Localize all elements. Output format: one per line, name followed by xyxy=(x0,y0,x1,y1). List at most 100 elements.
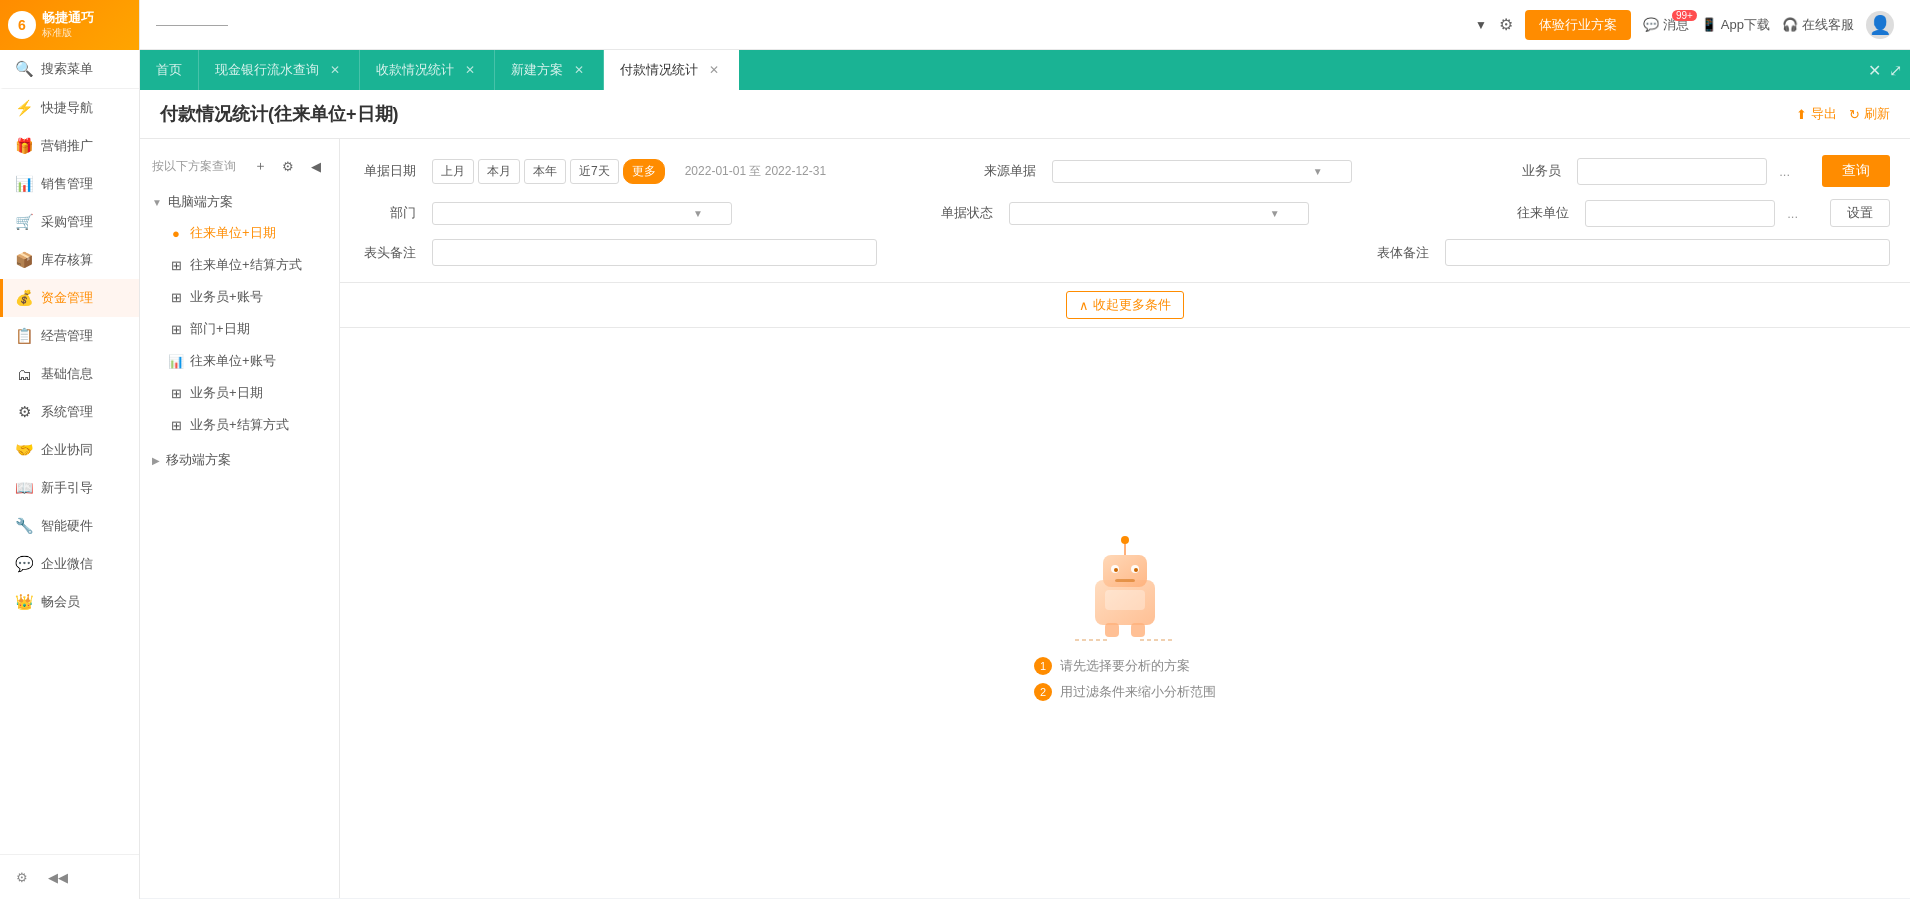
query-btn[interactable]: 查询 xyxy=(1822,155,1890,187)
hardware-icon: 🔧 xyxy=(15,517,33,535)
scheme-dept-date[interactable]: ⊞ 部门+日期 xyxy=(140,313,339,345)
search-icon: 🔍 xyxy=(15,60,33,78)
sidebar-item-system[interactable]: ⚙ 系统管理 xyxy=(0,393,139,431)
sidebar-item-member[interactable]: 👑 畅会员 xyxy=(0,583,139,621)
scheme-active-icon: ● xyxy=(168,225,184,241)
tab-payment-close[interactable]: ✕ xyxy=(706,62,722,78)
staff-dots[interactable]: ... xyxy=(1771,160,1798,183)
head-note-input[interactable] xyxy=(432,239,877,266)
tab-close-window-btn[interactable]: ✕ xyxy=(1868,61,1881,80)
purchase-icon: 🛒 xyxy=(15,213,33,231)
date-btn-this-month[interactable]: 本月 xyxy=(478,159,520,184)
date-btn-7days[interactable]: 近7天 xyxy=(570,159,619,184)
scheme-collapse-btn[interactable]: ◀ xyxy=(305,155,327,177)
sidebar-item-fund[interactable]: 💰 资金管理 xyxy=(0,279,139,317)
add-scheme-btn[interactable]: ＋ xyxy=(249,155,271,177)
tab-new[interactable]: 新建方案 ✕ xyxy=(495,50,604,90)
tab-new-close[interactable]: ✕ xyxy=(571,62,587,78)
page-content: 付款情况统计(往来单位+日期) ⬆ 导出 ↻ 刷新 按以下方案查询 ＋ xyxy=(140,90,1910,899)
scheme-unit-account[interactable]: 📊 往来单位+账号 xyxy=(140,345,339,377)
sidebar-header: 6 畅捷通巧 标准版 xyxy=(0,0,139,50)
tab-bank[interactable]: 现金银行流水查询 ✕ xyxy=(199,50,360,90)
tab-home[interactable]: 首页 xyxy=(140,50,199,90)
empty-hint-1: 1 请先选择要分析的方案 xyxy=(1034,657,1216,675)
collapse-more-btn[interactable]: ∧ 收起更多条件 xyxy=(1066,291,1184,319)
scheme-staff-settle[interactable]: ⊞ 业务员+结算方式 xyxy=(140,409,339,441)
sidebar-item-operation[interactable]: 📋 经营管理 xyxy=(0,317,139,355)
source-label: 来源单据 xyxy=(980,162,1036,180)
date-btn-this-year[interactable]: 本年 xyxy=(524,159,566,184)
sidebar-item-enterprise[interactable]: 🤝 企业协同 xyxy=(0,431,139,469)
date-btn-last-month[interactable]: 上月 xyxy=(432,159,474,184)
main-area: ―――――― ▼ ⚙ 体验行业方案 💬 消息 99+ 📱 App下载 🎧 在线客… xyxy=(140,0,1910,899)
right-panel: 单据日期 上月 本月 本年 近7天 更多 2022-01-01 至 2022-1… xyxy=(340,139,1910,898)
sidebar-item-stock[interactable]: 📦 库存核算 xyxy=(0,241,139,279)
tab-maximize-btn[interactable]: ⤢ xyxy=(1889,61,1902,80)
scheme-staff-date[interactable]: ⊞ 业务员+日期 xyxy=(140,377,339,409)
sidebar-item-wechat[interactable]: 💬 企业微信 xyxy=(0,545,139,583)
head-note-label: 表头备注 xyxy=(360,244,416,262)
empty-hints: 1 请先选择要分析的方案 2 用过滤条件来缩小分析范围 xyxy=(1034,657,1216,701)
dept-chevron-icon: ▼ xyxy=(693,208,703,219)
body-note-label: 表体备注 xyxy=(1373,244,1429,262)
breadcrumb-text: ―――――― xyxy=(156,18,228,32)
tab-payment[interactable]: 付款情况统计 ✕ xyxy=(604,50,739,90)
tab-receipt[interactable]: 收款情况统计 ✕ xyxy=(360,50,495,90)
user-avatar[interactable]: 👤 xyxy=(1866,11,1894,39)
export-btn[interactable]: ⬆ 导出 xyxy=(1796,105,1837,123)
sidebar-item-guide[interactable]: 📖 新手引导 xyxy=(0,469,139,507)
sidebar-item-hardware[interactable]: 🔧 智能硬件 xyxy=(0,507,139,545)
sidebar-item-basic[interactable]: 🗂 基础信息 xyxy=(0,355,139,393)
tab-receipt-close[interactable]: ✕ xyxy=(462,62,478,78)
app-download-btn[interactable]: 📱 App下载 xyxy=(1701,16,1770,34)
staff-label: 业务员 xyxy=(1505,162,1561,180)
refresh-btn[interactable]: ↻ 刷新 xyxy=(1849,105,1890,123)
system-icon: ⚙ xyxy=(15,403,33,421)
svg-rect-9 xyxy=(1105,590,1145,610)
collapse-icon: ∧ xyxy=(1079,298,1089,313)
tab-bank-close[interactable]: ✕ xyxy=(327,62,343,78)
sidebar-item-shortcut[interactable]: ⚡ 快捷导航 xyxy=(0,89,139,127)
phone-icon: 📱 xyxy=(1701,17,1717,32)
mobile-group-header[interactable]: ▶ 移动端方案 xyxy=(140,445,339,475)
status-select[interactable]: ▼ xyxy=(1009,202,1309,225)
stock-icon: 📦 xyxy=(15,251,33,269)
date-btn-more[interactable]: 更多 xyxy=(623,159,665,184)
sidebar-collapse-btn[interactable]: ◀◀ xyxy=(44,863,72,891)
sidebar-item-marketing[interactable]: 🎁 营销推广 xyxy=(0,127,139,165)
scheme-unit-settle[interactable]: ⊞ 往来单位+结算方式 xyxy=(140,249,339,281)
expand-chevron-icon: ▼ xyxy=(152,197,162,208)
logo-icon: 6 xyxy=(8,11,36,39)
scheme-staff-account[interactable]: ⊞ 业务员+账号 xyxy=(140,281,339,313)
sidebar-item-sales[interactable]: 📊 销售管理 xyxy=(0,165,139,203)
sidebar-settings-btn[interactable]: ⚙ xyxy=(8,863,36,891)
partner-input[interactable] xyxy=(1585,200,1775,227)
breadcrumb: ―――――― xyxy=(156,18,1463,32)
partner-filter-group: ... xyxy=(1585,200,1806,227)
settings-icon[interactable]: ⚙ xyxy=(1499,15,1513,34)
scheme-settings-btn[interactable]: ⚙ xyxy=(277,155,299,177)
scheme-chart-icon: 📊 xyxy=(168,353,184,369)
body-note-input[interactable] xyxy=(1445,239,1890,266)
dept-select[interactable]: ▼ xyxy=(432,202,732,225)
date-label: 单据日期 xyxy=(360,162,416,180)
partner-dots[interactable]: ... xyxy=(1779,202,1806,225)
guide-icon: 📖 xyxy=(15,479,33,497)
scheme-unit-date[interactable]: ● 往来单位+日期 xyxy=(140,217,339,249)
collapse-bar: ∧ 收起更多条件 xyxy=(340,283,1910,328)
settings-btn[interactable]: 设置 xyxy=(1830,199,1890,227)
status-chevron-icon: ▼ xyxy=(1270,208,1280,219)
experience-btn[interactable]: 体验行业方案 xyxy=(1525,10,1631,40)
sidebar-item-purchase[interactable]: 🛒 采购管理 xyxy=(0,203,139,241)
source-select[interactable]: ▼ xyxy=(1052,160,1352,183)
svg-rect-11 xyxy=(1131,623,1145,637)
search-menu-item[interactable]: 🔍 搜索菜单 xyxy=(0,50,139,89)
staff-input[interactable] xyxy=(1577,158,1767,185)
messages-btn[interactable]: 💬 消息 99+ xyxy=(1643,16,1689,34)
wechat-icon: 💬 xyxy=(15,555,33,573)
app-header: ―――――― ▼ ⚙ 体验行业方案 💬 消息 99+ 📱 App下载 🎧 在线客… xyxy=(140,0,1910,50)
online-service-btn[interactable]: 🎧 在线客服 xyxy=(1782,16,1854,34)
header-dropdown[interactable]: ▼ xyxy=(1475,18,1487,32)
sidebar-footer: ⚙ ◀◀ xyxy=(0,854,139,899)
desktop-group-header[interactable]: ▼ 电脑端方案 xyxy=(140,187,339,217)
